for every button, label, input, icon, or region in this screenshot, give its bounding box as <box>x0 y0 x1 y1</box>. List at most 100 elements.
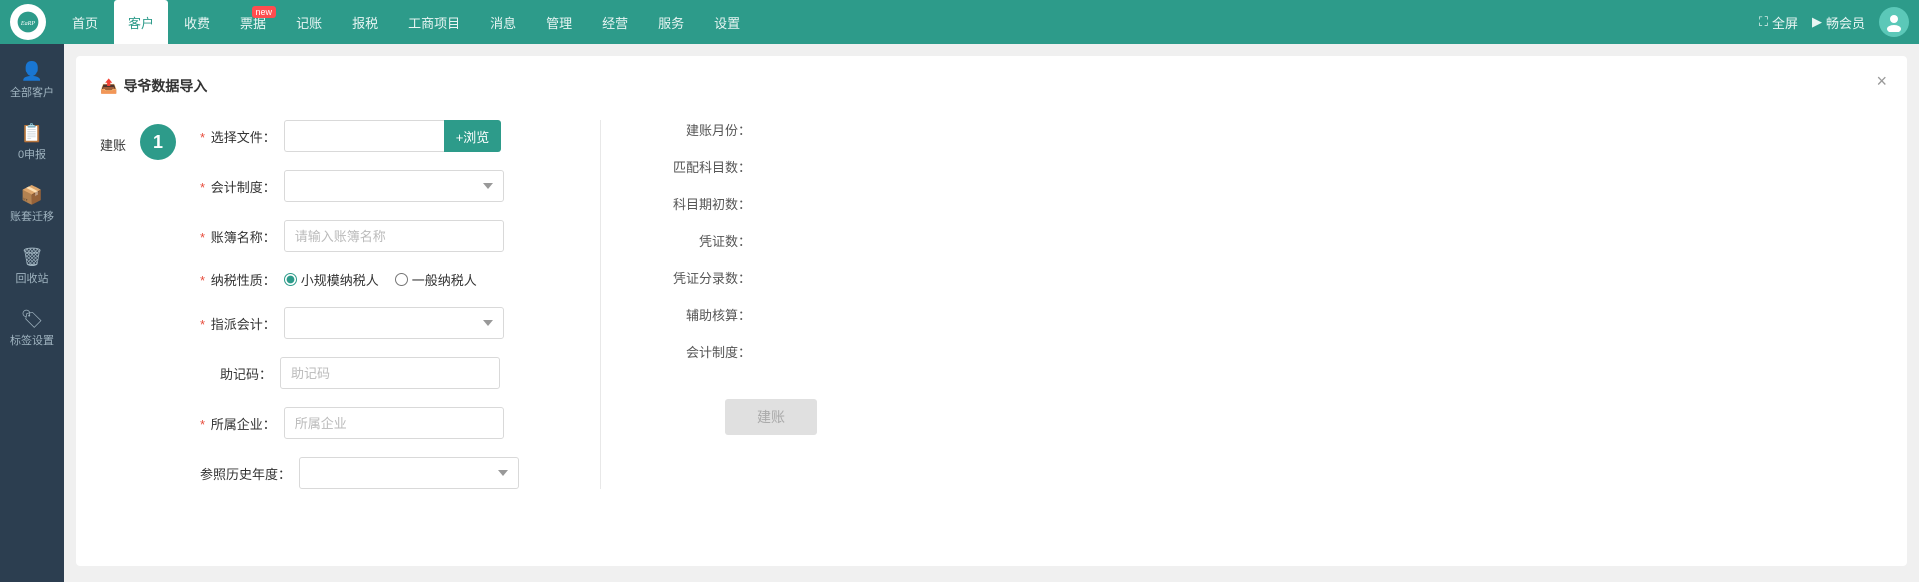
info-field-label: 会计制度： <box>671 342 751 361</box>
nav-items: 首页客户收费票据new记账报税工商项目消息管理经营服务设置 <box>58 0 1759 44</box>
info-row: 建账月份： <box>671 120 871 139</box>
tax-small-text: 小规模纳税人 <box>301 270 379 289</box>
tax-label: * 纳税性质： <box>200 270 276 289</box>
fullscreen-button[interactable]: ⛶ 全屏 <box>1759 13 1798 32</box>
info-row: 凭证分录数： <box>671 268 871 287</box>
avatar[interactable] <box>1879 7 1909 37</box>
svg-text:EaRP: EaRP <box>20 21 36 27</box>
app-logo: EaRP <box>10 4 46 40</box>
file-row: * 选择文件： +浏览 <box>200 120 570 152</box>
sidebar-label: 账套迁移 <box>10 208 54 224</box>
step-and-fields: 建账 1 * 选择文件： +浏 <box>100 120 570 489</box>
company-row: * 所属企业： <box>200 407 570 439</box>
import-card: 📤 导爷数据导入 × 建账 1 * <box>76 56 1907 566</box>
year-select[interactable] <box>299 457 519 489</box>
memo-label: 助记码： <box>200 364 272 383</box>
card-title: 📤 导爷数据导入 <box>100 76 1883 96</box>
tax-small-radio[interactable] <box>284 273 297 286</box>
info-panel: 建账月份： 匹配科目数： 科目期初数： 凭证数： 凭证分录数： 辅助核算： 会计制度： 建账 <box>671 120 871 435</box>
info-field-label: 建账月份： <box>671 120 751 139</box>
nav-item-经营[interactable]: 经营 <box>588 0 642 44</box>
info-row: 匹配科目数： <box>671 157 871 176</box>
nav-item-首页[interactable]: 首页 <box>58 0 112 44</box>
info-row: 辅助核算： <box>671 305 871 324</box>
accountant-label: * 指派会计： <box>200 314 276 333</box>
info-field-label: 凭证数： <box>671 231 751 250</box>
tax-row: * 纳税性质： 小规模纳税人 一般纳税人 <box>200 270 570 289</box>
sidebar-item-0申报[interactable]: 📋 0申报 <box>0 114 64 172</box>
tax-general-text: 一般纳税人 <box>412 270 477 289</box>
sidebar-label: 回收站 <box>16 270 49 286</box>
memo-row: 助记码： <box>200 357 570 389</box>
fullscreen-label: 全屏 <box>1772 13 1798 32</box>
sidebar-icon: 🗑 <box>21 248 44 266</box>
member-label: 畅会员 <box>1826 13 1865 32</box>
title-icon: 📤 <box>100 78 117 95</box>
accounting-select[interactable] <box>284 170 504 202</box>
tax-radio-group: 小规模纳税人 一般纳税人 <box>284 270 477 289</box>
nav-item-设置[interactable]: 设置 <box>700 0 754 44</box>
step-circle: 1 <box>140 124 176 160</box>
sidebar-label: 全部客户 <box>10 84 54 100</box>
step-label: 建账 <box>100 135 126 154</box>
info-field-label: 科目期初数： <box>671 194 751 213</box>
sidebar-item-回收站[interactable]: 🗑 回收站 <box>0 238 64 296</box>
tax-general-label[interactable]: 一般纳税人 <box>395 270 477 289</box>
ledger-input[interactable] <box>284 220 504 252</box>
ledger-row: * 账簿名称： <box>200 220 570 252</box>
card-title-text: 导爷数据导入 <box>123 76 207 96</box>
sidebar-label: 标签设置 <box>10 332 54 348</box>
sidebar-icon: 📦 <box>21 186 43 204</box>
company-label: * 所属企业： <box>200 414 276 433</box>
ledger-label: * 账簿名称： <box>200 227 276 246</box>
info-row: 科目期初数： <box>671 194 871 213</box>
accountant-select[interactable] <box>284 307 504 339</box>
nav-item-客户[interactable]: 客户 <box>114 0 168 44</box>
info-field-label: 凭证分录数： <box>671 268 751 287</box>
sidebar-icon: 📋 <box>21 124 43 142</box>
file-text-input[interactable] <box>284 120 444 152</box>
form-and-info: 建账 1 * 选择文件： +浏 <box>100 120 1883 489</box>
layout: 👤 全部客户 📋 0申报 📦 账套迁移 🗑 回收站 🏷 标签设置 📤 导爷数据导入 × 建账 1 <box>0 44 1919 582</box>
nav-item-记账[interactable]: 记账 <box>282 0 336 44</box>
file-input-row: +浏览 <box>284 120 502 152</box>
fullscreen-icon: ⛶ <box>1759 14 1768 30</box>
nav-item-报税[interactable]: 报税 <box>338 0 392 44</box>
sidebar-icon: 👤 <box>21 62 43 80</box>
nav-right: ⛶ 全屏 ▶ 畅会员 <box>1759 7 1909 37</box>
top-nav: EaRP 首页客户收费票据new记账报税工商项目消息管理经营服务设置 ⛶ 全屏 … <box>0 0 1919 44</box>
tax-general-radio[interactable] <box>395 273 408 286</box>
sidebar-item-全部客户[interactable]: 👤 全部客户 <box>0 52 64 110</box>
browse-button[interactable]: +浏览 <box>444 120 502 152</box>
divider <box>600 120 601 489</box>
nav-item-工商项目[interactable]: 工商项目 <box>394 0 474 44</box>
info-field-label: 匹配科目数： <box>671 157 751 176</box>
sidebar: 👤 全部客户 📋 0申报 📦 账套迁移 🗑 回收站 🏷 标签设置 <box>0 44 64 582</box>
member-button[interactable]: ▶ 畅会员 <box>1812 13 1865 32</box>
form-fields: * 选择文件： +浏览 * 会计制度： <box>200 120 570 489</box>
sidebar-item-账套迁移[interactable]: 📦 账套迁移 <box>0 176 64 234</box>
sidebar-icon: 🏷 <box>21 310 44 328</box>
main-content: 📤 导爷数据导入 × 建账 1 * <box>64 44 1919 582</box>
company-input[interactable] <box>284 407 504 439</box>
nav-item-票据[interactable]: 票据new <box>226 0 280 44</box>
file-label: * 选择文件： <box>200 127 276 146</box>
nav-item-消息[interactable]: 消息 <box>476 0 530 44</box>
info-field-label: 辅助核算： <box>671 305 751 324</box>
sidebar-label: 0申报 <box>18 146 46 162</box>
year-label: 参照历史年度： <box>200 464 291 483</box>
nav-item-服务[interactable]: 服务 <box>644 0 698 44</box>
info-row: 会计制度： <box>671 342 871 361</box>
establish-button[interactable]: 建账 <box>725 399 817 435</box>
close-button[interactable]: × <box>1876 72 1887 90</box>
accountant-row: * 指派会计： <box>200 307 570 339</box>
member-icon: ▶ <box>1812 14 1822 30</box>
year-row: 参照历史年度： <box>200 457 570 489</box>
sidebar-item-标签设置[interactable]: 🏷 标签设置 <box>0 300 64 358</box>
tax-small-label[interactable]: 小规模纳税人 <box>284 270 379 289</box>
nav-item-收费[interactable]: 收费 <box>170 0 224 44</box>
memo-input[interactable] <box>280 357 500 389</box>
info-row: 凭证数： <box>671 231 871 250</box>
required-mark: * <box>200 130 205 145</box>
nav-item-管理[interactable]: 管理 <box>532 0 586 44</box>
